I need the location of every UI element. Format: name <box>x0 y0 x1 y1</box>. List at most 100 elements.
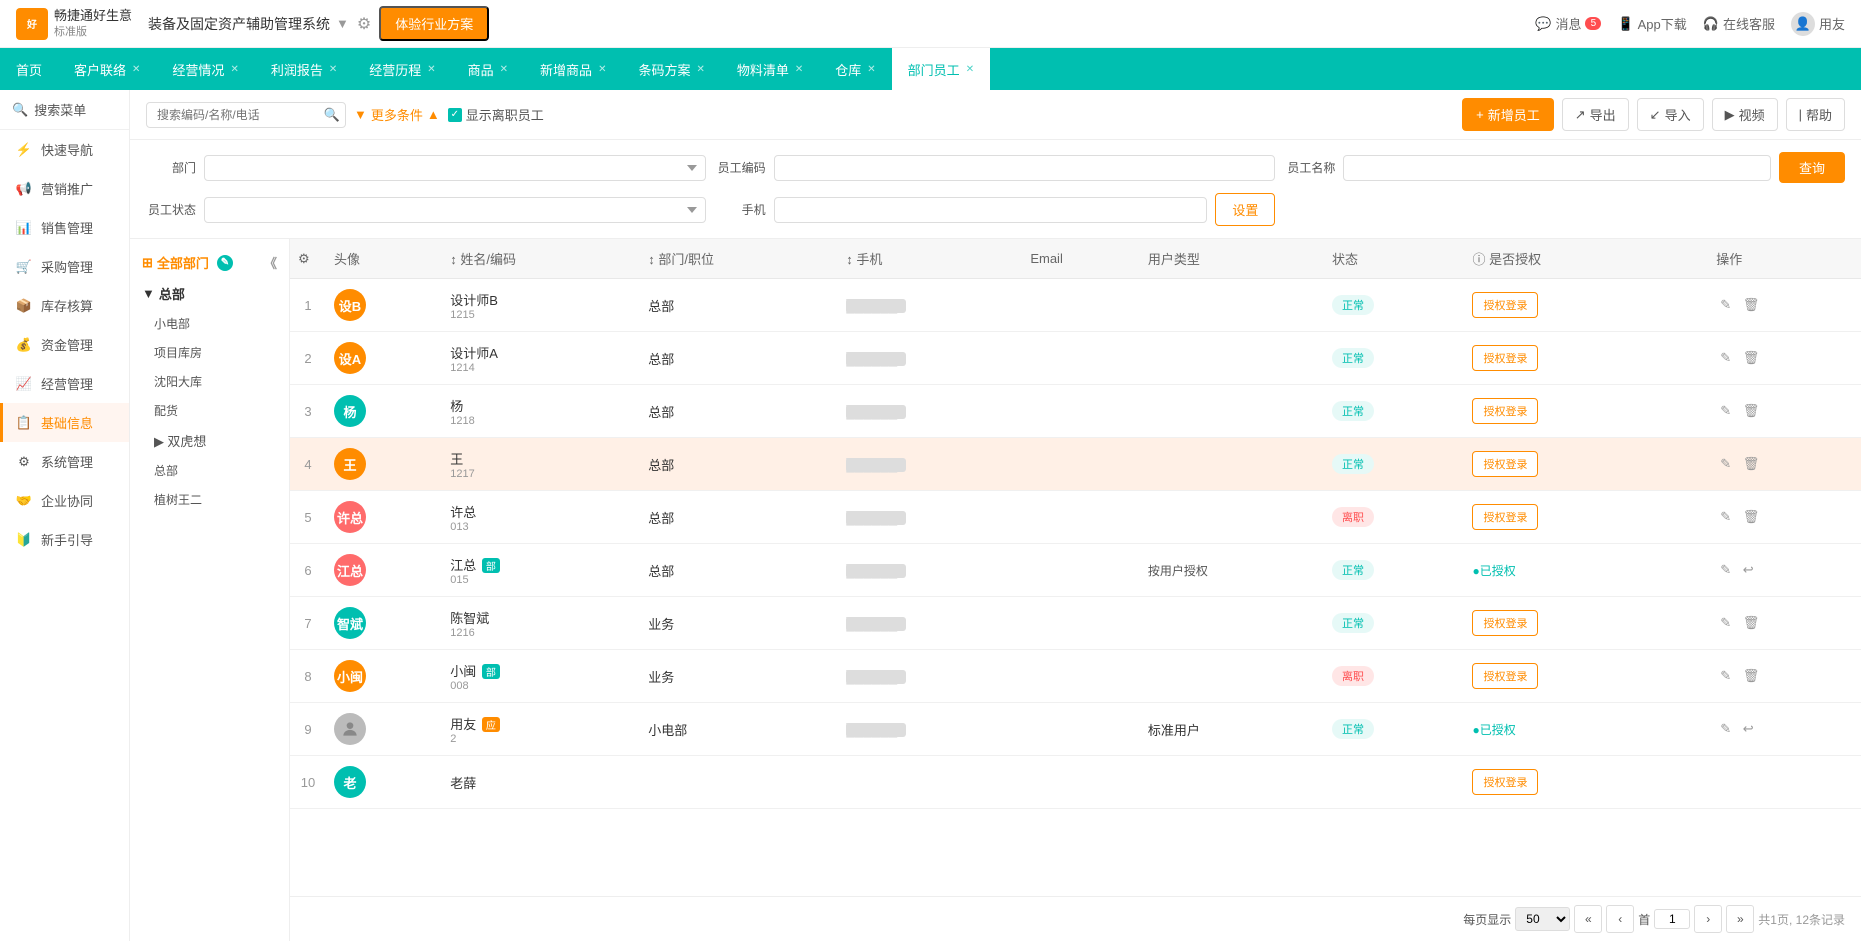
edit-dept-icon[interactable]: ✎ <box>217 255 233 271</box>
delete-btn-9[interactable]: ↩ <box>1743 721 1754 736</box>
nav-item-journey[interactable]: 经营历程✕ <box>353 48 451 90</box>
nav-item-goods[interactable]: 商品✕ <box>452 48 524 90</box>
last-page-btn[interactable]: » <box>1726 905 1754 933</box>
query-btn[interactable]: 查询 <box>1779 152 1845 183</box>
nav-close-operation[interactable]: ✕ <box>230 64 238 75</box>
dept-item-shuanghu[interactable]: ▶ 双虎想 <box>130 425 289 456</box>
col-settings[interactable]: ⚙ <box>290 239 326 279</box>
edit-btn-2[interactable]: ✎ <box>1720 350 1731 365</box>
emp-code-input[interactable] <box>774 155 1276 181</box>
next-page-btn[interactable]: › <box>1694 905 1722 933</box>
dept-item-delivery[interactable]: 配货 <box>130 396 289 425</box>
nav-close-journey[interactable]: ✕ <box>427 64 435 75</box>
auth-btn-1[interactable]: 授权登录 <box>1472 292 1538 318</box>
delete-btn-5[interactable]: 🗑 <box>1743 509 1760 524</box>
nav-basic-info[interactable]: 📋 基础信息 <box>0 403 129 442</box>
dept-item-shenyang[interactable]: 沈阳大库 <box>130 367 289 396</box>
delete-btn-6[interactable]: ↩ <box>1743 562 1754 577</box>
auth-btn-7[interactable]: 授权登录 <box>1472 610 1538 636</box>
set-btn[interactable]: 设置 <box>1215 193 1275 226</box>
help-btn[interactable]: | 帮助 <box>1786 98 1845 131</box>
emp-name-input[interactable] <box>1343 155 1771 181</box>
dept-item-small-elec[interactable]: 小电部 <box>130 309 289 338</box>
auth-btn-8[interactable]: 授权登录 <box>1472 663 1538 689</box>
nav-item-new-goods[interactable]: 新增商品✕ <box>524 48 622 90</box>
dept-item-project-store[interactable]: 项目库房 <box>130 338 289 367</box>
edit-btn-4[interactable]: ✎ <box>1720 456 1731 471</box>
settings-icon[interactable]: ⚙ <box>357 14 371 34</box>
collapse-icon[interactable]: 《 <box>264 253 277 272</box>
phone-input[interactable] <box>774 197 1208 223</box>
export-btn[interactable]: ↗ 导出 <box>1562 98 1629 131</box>
auth-btn-5[interactable]: 授权登录 <box>1472 504 1538 530</box>
search-input[interactable] <box>146 102 346 128</box>
nav-close-barcode[interactable]: ✕ <box>696 64 704 75</box>
col-dept-pos[interactable]: ↕ 部门/职位 <box>640 239 838 279</box>
search-submit-icon[interactable]: 🔍 <box>324 107 340 123</box>
dept-parent-head[interactable]: ▼ 总部 <box>130 278 289 309</box>
nav-inventory[interactable]: 📦 库存核算 <box>0 286 129 325</box>
delete-btn-8[interactable]: 🗑 <box>1743 668 1760 683</box>
auth-btn-2[interactable]: 授权登录 <box>1472 345 1538 371</box>
online-service-btn[interactable]: 🎧 在线客服 <box>1703 14 1775 33</box>
delete-btn-4[interactable]: 🗑 <box>1743 456 1760 471</box>
nav-item-profit[interactable]: 利润报告✕ <box>255 48 353 90</box>
nav-item-home[interactable]: 首页 <box>0 48 58 90</box>
dropdown-icon[interactable]: ▼ <box>336 16 349 31</box>
app-download-btn[interactable]: 📱 App下载 <box>1617 14 1686 33</box>
auth-btn-4[interactable]: 授权登录 <box>1472 451 1538 477</box>
col-phone[interactable]: ↕ 手机 <box>838 239 1022 279</box>
edit-btn-3[interactable]: ✎ <box>1720 403 1731 418</box>
auth-btn-3[interactable]: 授权登录 <box>1472 398 1538 424</box>
edit-btn-1[interactable]: ✎ <box>1720 297 1731 312</box>
more-conditions-btn[interactable]: ▼ 更多条件 ▲ <box>354 105 440 124</box>
show-inactive-wrap[interactable]: ✓ 显示离职员工 <box>448 105 544 124</box>
edit-btn-7[interactable]: ✎ <box>1720 615 1731 630</box>
nav-close-new-goods[interactable]: ✕ <box>598 64 606 75</box>
nav-item-bom[interactable]: 物料清单✕ <box>721 48 819 90</box>
nav-quick[interactable]: ⚡ 快速导航 <box>0 130 129 169</box>
user-btn[interactable]: 👤 用友 <box>1791 12 1845 36</box>
current-page-input[interactable] <box>1654 909 1690 929</box>
col-name-code[interactable]: ↕ 姓名/编码 <box>442 239 640 279</box>
edit-btn-6[interactable]: ✎ <box>1720 562 1731 577</box>
nav-business[interactable]: 📈 经营管理 <box>0 364 129 403</box>
nav-close-employees[interactable]: ✕ <box>966 64 974 75</box>
nav-close-customer[interactable]: ✕ <box>132 64 140 75</box>
first-page-btn[interactable]: « <box>1574 905 1602 933</box>
edit-btn-5[interactable]: ✎ <box>1720 509 1731 524</box>
nav-item-customer[interactable]: 客户联络✕ <box>58 48 156 90</box>
nav-item-operation[interactable]: 经营情况✕ <box>156 48 254 90</box>
nav-close-goods[interactable]: ✕ <box>500 64 508 75</box>
message-btn[interactable]: 💬 消息 5 <box>1535 14 1601 33</box>
emp-status-select[interactable] <box>204 197 706 223</box>
nav-system[interactable]: ⚙ 系统管理 <box>0 442 129 481</box>
dept-item-headquarters[interactable]: 总部 <box>130 456 289 485</box>
edit-btn-8[interactable]: ✎ <box>1720 668 1731 683</box>
dept-item-plant-king[interactable]: 植树王二 <box>130 485 289 514</box>
nav-sales[interactable]: 📊 销售管理 <box>0 208 129 247</box>
video-btn[interactable]: ▶ 视频 <box>1712 98 1778 131</box>
nav-item-warehouse[interactable]: 仓库✕ <box>819 48 891 90</box>
search-menu-btn[interactable]: 🔍 搜索菜单 <box>0 90 129 130</box>
nav-finance[interactable]: 💰 资金管理 <box>0 325 129 364</box>
delete-btn-3[interactable]: 🗑 <box>1743 403 1760 418</box>
nav-purchase[interactable]: 🛒 采购管理 <box>0 247 129 286</box>
nav-cooperation[interactable]: 🤝 企业协同 <box>0 481 129 520</box>
delete-btn-1[interactable]: 🗑 <box>1743 297 1760 312</box>
add-employee-btn[interactable]: + 新增员工 <box>1462 98 1554 131</box>
nav-marketing[interactable]: 📢 营销推广 <box>0 169 129 208</box>
auth-btn-10[interactable]: 授权登录 <box>1472 769 1538 795</box>
trial-button[interactable]: 体验行业方案 <box>379 6 489 41</box>
nav-item-barcode[interactable]: 条码方案✕ <box>622 48 720 90</box>
nav-close-bom[interactable]: ✕ <box>795 64 803 75</box>
prev-page-btn[interactable]: ‹ <box>1606 905 1634 933</box>
nav-close-warehouse[interactable]: ✕ <box>867 64 875 75</box>
nav-guide[interactable]: 🔰 新手引导 <box>0 520 129 559</box>
page-size-select[interactable]: 50 100 <box>1515 907 1570 931</box>
edit-btn-9[interactable]: ✎ <box>1720 721 1731 736</box>
nav-item-employees[interactable]: 部门员工✕ <box>892 48 990 90</box>
all-dept-btn[interactable]: ⊞ 全部部门 ✎ 《 <box>130 247 289 278</box>
show-inactive-checkbox[interactable]: ✓ <box>448 108 462 122</box>
delete-btn-7[interactable]: 🗑 <box>1743 615 1760 630</box>
